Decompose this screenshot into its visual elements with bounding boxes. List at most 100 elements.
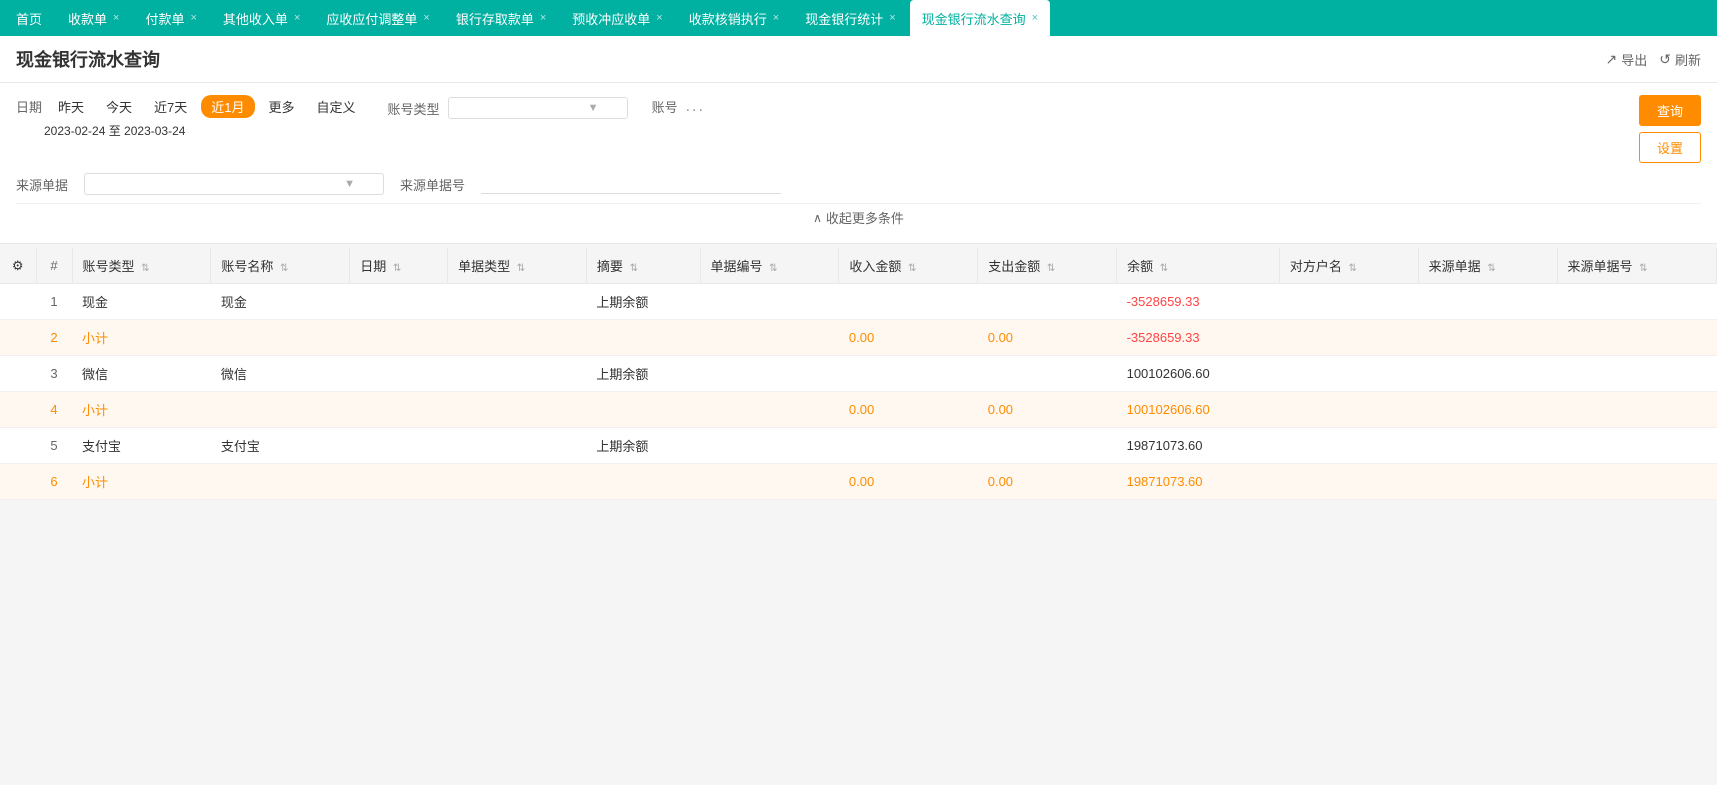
row-doc-no — [700, 464, 839, 500]
row-income — [839, 428, 978, 464]
sort-icon: ⇅ — [1160, 263, 1168, 274]
column-balance[interactable]: 余额 ⇅ — [1117, 248, 1280, 284]
sort-icon: ⇅ — [1487, 263, 1495, 274]
close-icon[interactable]: × — [294, 12, 300, 24]
nav-tab-yhcqk[interactable]: 银行存取款单 × — [444, 0, 558, 36]
account-label: 账号 — [652, 97, 678, 116]
column-doc-no[interactable]: 单据编号 ⇅ — [700, 248, 839, 284]
row-summary — [586, 320, 700, 356]
table-row: 2 小计 0.00 0.00 -3528659.33 — [0, 320, 1717, 356]
column-account-type[interactable]: 账号类型 ⇅ — [72, 248, 211, 284]
column-summary[interactable]: 摘要 ⇅ — [586, 248, 700, 284]
date-label: 日期 — [16, 97, 42, 116]
row-gear — [0, 356, 36, 392]
account-type-select[interactable]: ▼ — [448, 97, 628, 119]
column-income[interactable]: 收入金额 ⇅ — [839, 248, 978, 284]
row-expense: 0.00 — [978, 392, 1117, 428]
row-source-doc — [1418, 464, 1557, 500]
nav-tab-shoukuan[interactable]: 收款单 × — [56, 0, 131, 36]
row-account-name: 微信 — [211, 356, 350, 392]
export-icon: ↗ — [1606, 51, 1618, 68]
row-counterpart — [1279, 428, 1418, 464]
row-gear — [0, 428, 36, 464]
sort-icon: ⇅ — [517, 263, 525, 274]
nav-tab-yscys[interactable]: 预收冲应收单 × — [560, 0, 674, 36]
close-icon[interactable]: × — [540, 12, 546, 24]
row-doc-type — [448, 392, 587, 428]
account-dots[interactable]: ... — [686, 98, 705, 116]
column-account-name[interactable]: 账号名称 ⇅ — [211, 248, 350, 284]
close-icon[interactable]: × — [190, 12, 196, 24]
row-date — [350, 284, 448, 320]
row-balance: 19871073.60 — [1117, 428, 1280, 464]
date-btn-custom[interactable]: 自定义 — [309, 95, 364, 118]
nav-home[interactable]: 首页 — [4, 0, 54, 36]
column-counterpart[interactable]: 对方户名 ⇅ — [1279, 248, 1418, 284]
row-source-doc — [1418, 428, 1557, 464]
source-doc-no-input[interactable] — [481, 174, 781, 194]
row-date — [350, 320, 448, 356]
column-gear[interactable]: ⚙ — [0, 248, 36, 284]
close-icon[interactable]: × — [113, 12, 119, 24]
row-expense — [978, 284, 1117, 320]
nav-tab-xjyhtj[interactable]: 现金银行统计 × — [793, 0, 907, 36]
row-source-doc-no — [1557, 356, 1716, 392]
row-gear — [0, 464, 36, 500]
export-button[interactable]: ↗ 导出 — [1606, 50, 1648, 69]
chevron-down-icon: ▼ — [344, 178, 355, 190]
row-balance: -3528659.33 — [1117, 284, 1280, 320]
sort-icon: ⇅ — [1047, 263, 1055, 274]
row-num: 5 — [36, 428, 72, 464]
row-expense — [978, 428, 1117, 464]
row-counterpart — [1279, 464, 1418, 500]
nav-tab-fukuan[interactable]: 付款单 × — [133, 0, 208, 36]
refresh-button[interactable]: ↺ 刷新 — [1659, 50, 1701, 69]
row-doc-no — [700, 320, 839, 356]
column-doc-type[interactable]: 单据类型 ⇅ — [448, 248, 587, 284]
query-button[interactable]: 查询 — [1639, 95, 1701, 126]
date-btn-today[interactable]: 今天 — [98, 95, 140, 118]
row-num: 3 — [36, 356, 72, 392]
close-icon[interactable]: × — [656, 12, 662, 24]
row-gear — [0, 284, 36, 320]
chevron-down-icon: ▼ — [588, 102, 599, 114]
date-btn-7days[interactable]: 近7天 — [146, 95, 195, 118]
sort-icon: ⇅ — [141, 263, 149, 274]
page-title: 现金银行流水查询 — [16, 46, 160, 72]
row-counterpart — [1279, 356, 1418, 392]
sort-icon: ⇅ — [1348, 263, 1356, 274]
nav-tab-skhxzx[interactable]: 收款核销执行 × — [677, 0, 791, 36]
date-btn-yesterday[interactable]: 昨天 — [50, 95, 92, 118]
row-source-doc-no — [1557, 284, 1716, 320]
row-source-doc-no — [1557, 320, 1716, 356]
nav-tab-xjyhls[interactable]: 现金银行流水查询 × — [910, 0, 1050, 36]
setting-button[interactable]: 设置 — [1639, 132, 1701, 163]
row-summary — [586, 464, 700, 500]
column-source-doc[interactable]: 来源单据 ⇅ — [1418, 248, 1557, 284]
sort-icon: ⇅ — [630, 263, 638, 274]
row-counterpart — [1279, 284, 1418, 320]
close-icon[interactable]: × — [889, 12, 895, 24]
row-income: 0.00 — [839, 464, 978, 500]
table-area: ⚙ # 账号类型 ⇅ 账号名称 ⇅ 日期 ⇅ 单据类型 ⇅ — [0, 248, 1717, 500]
row-num: 2 — [36, 320, 72, 356]
table-row: 3 微信 微信 上期余额 100102606.60 — [0, 356, 1717, 392]
row-doc-type — [448, 356, 587, 392]
close-icon[interactable]: × — [423, 12, 429, 24]
close-icon[interactable]: × — [1032, 12, 1038, 24]
nav-tab-qtsr[interactable]: 其他收入单 × — [211, 0, 312, 36]
collapse-bar[interactable]: ∧ 收起更多条件 — [16, 203, 1701, 231]
column-date[interactable]: 日期 ⇅ — [350, 248, 448, 284]
nav-tab-ysyftz[interactable]: 应收应付调整单 × — [314, 0, 441, 36]
row-account-type: 支付宝 — [72, 428, 211, 464]
column-expense[interactable]: 支出金额 ⇅ — [978, 248, 1117, 284]
column-source-doc-no[interactable]: 来源单据号 ⇅ — [1557, 248, 1716, 284]
date-range: 2023-02-24 至 2023-03-24 — [44, 124, 185, 138]
row-income — [839, 356, 978, 392]
row-date — [350, 464, 448, 500]
close-icon[interactable]: × — [773, 12, 779, 24]
date-btn-more[interactable]: 更多 — [261, 95, 303, 118]
date-btn-1month[interactable]: 近1月 — [201, 95, 254, 118]
sort-icon: ⇅ — [1639, 263, 1647, 274]
source-doc-select[interactable]: ▼ — [84, 173, 384, 195]
